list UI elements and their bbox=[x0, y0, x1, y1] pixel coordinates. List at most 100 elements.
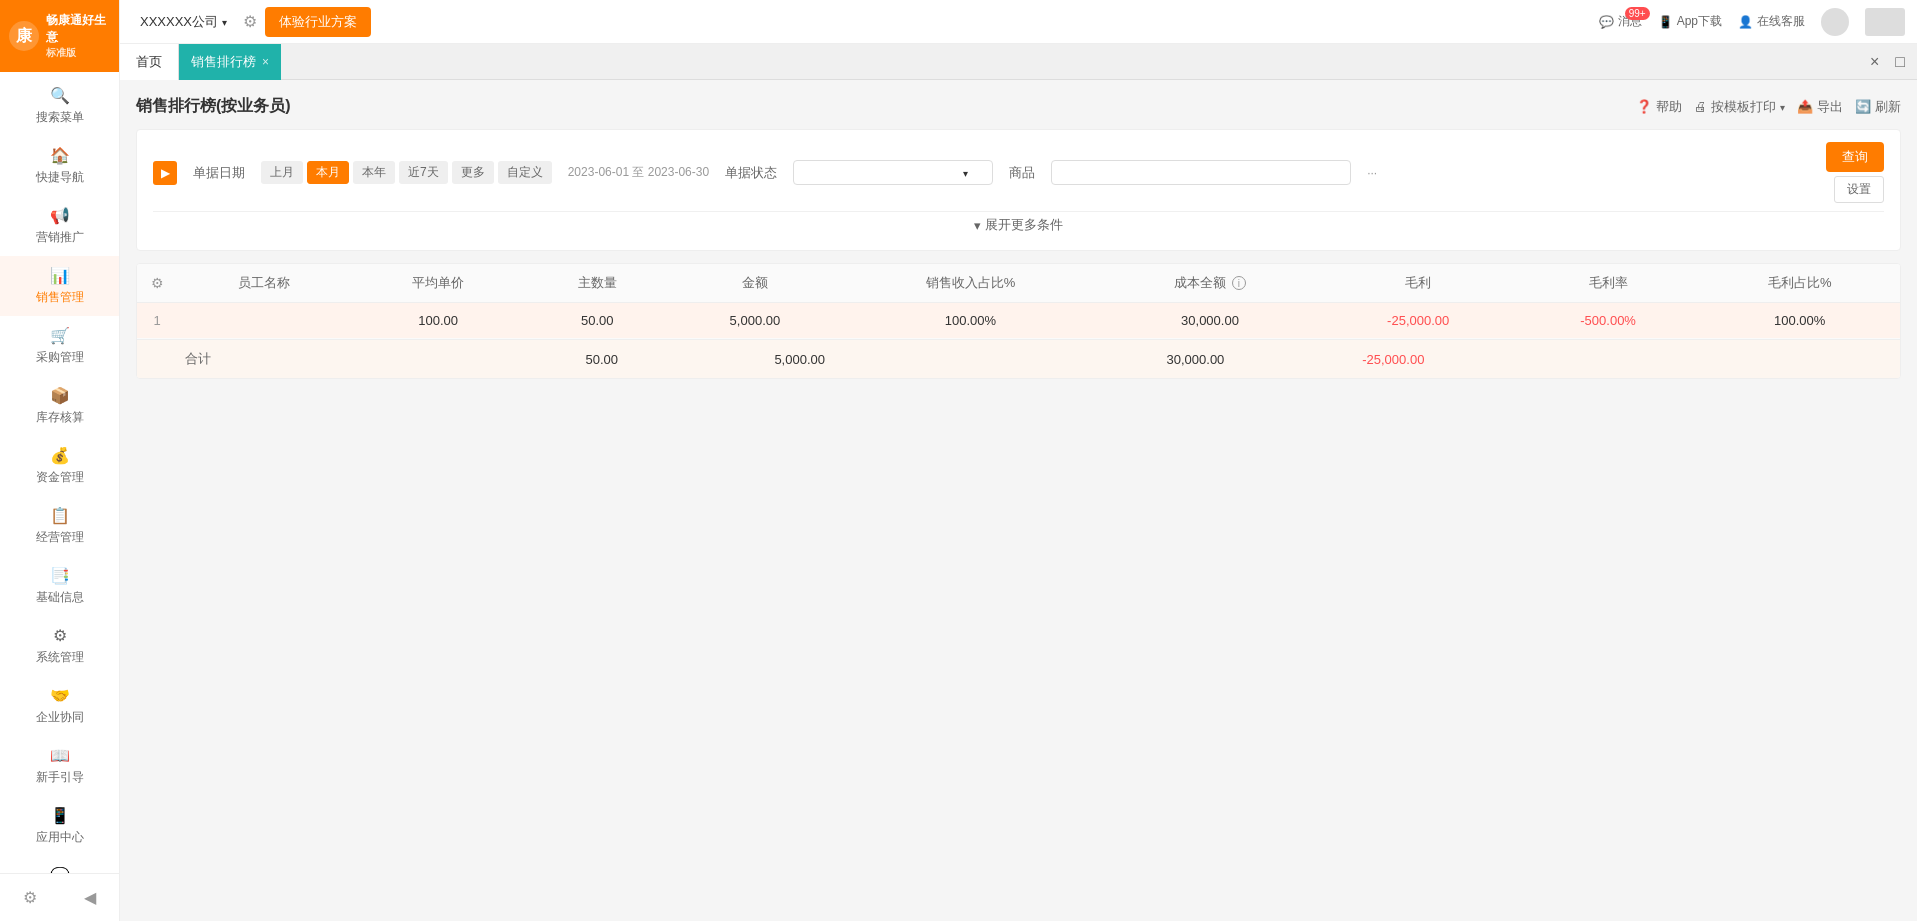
sidebar-item-label-nav: 快捷导航 bbox=[36, 169, 84, 186]
app-download-button[interactable]: 📱 App下载 bbox=[1658, 13, 1722, 30]
sidebar-item-purchase[interactable]: 🛒 采购管理 bbox=[0, 316, 119, 376]
user-avatar[interactable] bbox=[1821, 8, 1849, 36]
date-btn-this-year[interactable]: 本年 bbox=[353, 161, 395, 184]
date-btn-this-month[interactable]: 本月 bbox=[307, 161, 349, 184]
column-settings-icon[interactable]: ⚙ bbox=[151, 275, 164, 291]
company-dropdown-icon bbox=[222, 14, 227, 29]
message-badge: 99+ bbox=[1625, 7, 1650, 20]
sidebar-item-system[interactable]: ⚙ 系统管理 bbox=[0, 616, 119, 676]
expand-conditions-button[interactable]: ▾ 展开更多条件 bbox=[153, 211, 1884, 238]
content-area: 销售排行榜(按业务员) ❓ 帮助 🖨 按模板打印 📤 导出 🔄 刷新 bbox=[120, 80, 1917, 921]
footer-main-qty: 50.00 bbox=[503, 352, 701, 367]
sidebar-item-label-search: 搜索菜单 bbox=[36, 109, 84, 126]
filter-panel: ▶ 单据日期 上月 本月 本年 近7天 更多 自定义 2023-06-01 至 … bbox=[136, 129, 1901, 251]
help-label: 帮助 bbox=[1656, 98, 1682, 116]
tab-close-button[interactable]: × bbox=[262, 55, 269, 69]
refresh-button[interactable]: 🔄 刷新 bbox=[1855, 98, 1901, 116]
sidebar-item-marketing[interactable]: 📢 营销推广 bbox=[0, 196, 119, 256]
tab-sales-ranking[interactable]: 销售排行榜 × bbox=[179, 44, 281, 80]
inventory-icon: 📦 bbox=[50, 386, 70, 405]
sidebar-menu: 🔍 搜索菜单 🏠 快捷导航 📢 营销推广 📊 销售管理 🛒 采购管理 📦 库存核… bbox=[0, 72, 119, 873]
sidebar-item-guide[interactable]: 📖 新手引导 bbox=[0, 736, 119, 796]
app-logo-icon: 康 bbox=[8, 20, 40, 52]
th-name: 员工名称 bbox=[177, 264, 351, 303]
sidebar-item-label-sales: 销售管理 bbox=[36, 289, 84, 306]
topbar: XXXXXX公司 ⚙ 体验行业方案 💬 消息 99+ 📱 App下载 👤 在线客… bbox=[120, 0, 1917, 44]
date-btn-last-month[interactable]: 上月 bbox=[261, 161, 303, 184]
goods-filter-label: 商品 bbox=[1009, 164, 1035, 182]
topbar-settings-icon[interactable]: ⚙ bbox=[243, 12, 257, 31]
table-row: 1 100.00 50.00 5,000.00 100.00% 30,000.0… bbox=[137, 303, 1900, 339]
cell-sales-pct: 100.00% bbox=[840, 303, 1100, 339]
apps-icon: 📱 bbox=[50, 806, 70, 825]
data-table-card: ⚙ 员工名称 平均单价 主数量 金额 销售收入占比% 成本全额 i 毛利 bbox=[136, 263, 1901, 379]
cell-rank: 1 bbox=[137, 303, 177, 339]
goods-search-input[interactable] bbox=[1051, 160, 1351, 185]
sidebar-collapse-button[interactable]: ◀ bbox=[80, 884, 100, 911]
help-icon: ❓ bbox=[1636, 99, 1652, 114]
cell-cost: 30,000.00 bbox=[1100, 303, 1319, 339]
settings-button[interactable]: 设置 bbox=[1834, 176, 1884, 203]
goods-more-button[interactable]: ··· bbox=[1367, 166, 1377, 180]
footer-profit: -25,000.00 bbox=[1294, 352, 1492, 367]
footer-label: 合计 bbox=[185, 350, 305, 368]
purchase-icon: 🛒 bbox=[50, 326, 70, 345]
print-icon: 🖨 bbox=[1694, 99, 1707, 114]
tab-home[interactable]: 首页 bbox=[120, 44, 179, 80]
date-range-display: 2023-06-01 至 2023-06-30 bbox=[568, 164, 709, 181]
sidebar-item-management[interactable]: 📋 经营管理 bbox=[0, 496, 119, 556]
sidebar-item-label-purchase: 采购管理 bbox=[36, 349, 84, 366]
export-button[interactable]: 📤 导出 bbox=[1797, 98, 1843, 116]
sidebar-logo: 康 畅康通好生意 标准版 bbox=[0, 0, 119, 72]
help-button[interactable]: ❓ 帮助 bbox=[1636, 98, 1682, 116]
query-button[interactable]: 查询 bbox=[1826, 142, 1884, 172]
export-icon: 📤 bbox=[1797, 99, 1813, 114]
trial-button[interactable]: 体验行业方案 bbox=[265, 7, 371, 37]
filter-toggle-button[interactable]: ▶ bbox=[153, 161, 177, 185]
cell-name bbox=[177, 303, 351, 339]
sidebar-item-sales[interactable]: 📊 销售管理 bbox=[0, 256, 119, 316]
print-button[interactable]: 🖨 按模板打印 bbox=[1694, 98, 1785, 116]
sidebar-item-inventory[interactable]: 📦 库存核算 bbox=[0, 376, 119, 436]
date-btn-7days[interactable]: 近7天 bbox=[399, 161, 448, 184]
print-label: 按模板打印 bbox=[1711, 98, 1776, 116]
sidebar-settings-button[interactable]: ⚙ bbox=[19, 884, 41, 911]
sidebar-item-label-inventory: 库存核算 bbox=[36, 409, 84, 426]
download-icon: 📱 bbox=[1658, 15, 1673, 29]
page-title: 销售排行榜(按业务员) bbox=[136, 96, 291, 117]
sidebar-item-label-basics: 基础信息 bbox=[36, 589, 84, 606]
online-service-button[interactable]: 👤 在线客服 bbox=[1738, 13, 1805, 30]
status-filter-label: 单据状态 bbox=[725, 164, 777, 182]
cost-info-icon[interactable]: i bbox=[1232, 276, 1246, 290]
sidebar-item-basics[interactable]: 📑 基础信息 bbox=[0, 556, 119, 616]
app-download-label: App下载 bbox=[1677, 13, 1722, 30]
sidebar-item-label-system: 系统管理 bbox=[36, 649, 84, 666]
tab-actions: × □ bbox=[1866, 49, 1917, 75]
app-name: 畅康通好生意 bbox=[46, 12, 111, 46]
tab-label: 销售排行榜 bbox=[191, 53, 256, 71]
main-area: XXXXXX公司 ⚙ 体验行业方案 💬 消息 99+ 📱 App下载 👤 在线客… bbox=[120, 0, 1917, 921]
sidebar-item-enterprise[interactable]: 🤝 企业协同 bbox=[0, 676, 119, 736]
sidebar-item-nav[interactable]: 🏠 快捷导航 bbox=[0, 136, 119, 196]
date-btn-more[interactable]: 更多 bbox=[452, 161, 494, 184]
expand-label: 展开更多条件 bbox=[985, 216, 1063, 234]
sidebar-item-apps[interactable]: 📱 应用中心 bbox=[0, 796, 119, 856]
tab-maximize-button[interactable]: □ bbox=[1891, 49, 1909, 75]
sidebar-item-search[interactable]: 🔍 搜索菜单 bbox=[0, 76, 119, 136]
message-button[interactable]: 💬 消息 99+ bbox=[1599, 13, 1642, 30]
date-btn-custom[interactable]: 自定义 bbox=[498, 161, 552, 184]
th-settings: ⚙ bbox=[137, 264, 177, 303]
sidebar: 康 畅康通好生意 标准版 🔍 搜索菜单 🏠 快捷导航 📢 营销推广 📊 销售管理… bbox=[0, 0, 120, 921]
cell-avg-price: 100.00 bbox=[351, 303, 525, 339]
tab-minimize-button[interactable]: × bbox=[1866, 49, 1883, 75]
refresh-icon: 🔄 bbox=[1855, 99, 1871, 114]
company-selector[interactable]: XXXXXX公司 bbox=[132, 9, 235, 35]
management-icon: 📋 bbox=[50, 506, 70, 525]
sidebar-item-finance[interactable]: 💰 资金管理 bbox=[0, 436, 119, 496]
status-select[interactable] bbox=[793, 160, 993, 185]
cell-main-qty: 50.00 bbox=[525, 303, 669, 339]
print-dropdown-icon bbox=[1780, 99, 1785, 114]
table-footer: 合计 50.00 5,000.00 30,000.00 -25,000.00 bbox=[137, 339, 1900, 378]
table-header-row: ⚙ 员工名称 平均单价 主数量 金额 销售收入占比% 成本全额 i 毛利 bbox=[137, 264, 1900, 303]
sidebar-item-wechat[interactable]: 💬 企业微信 bbox=[0, 856, 119, 873]
